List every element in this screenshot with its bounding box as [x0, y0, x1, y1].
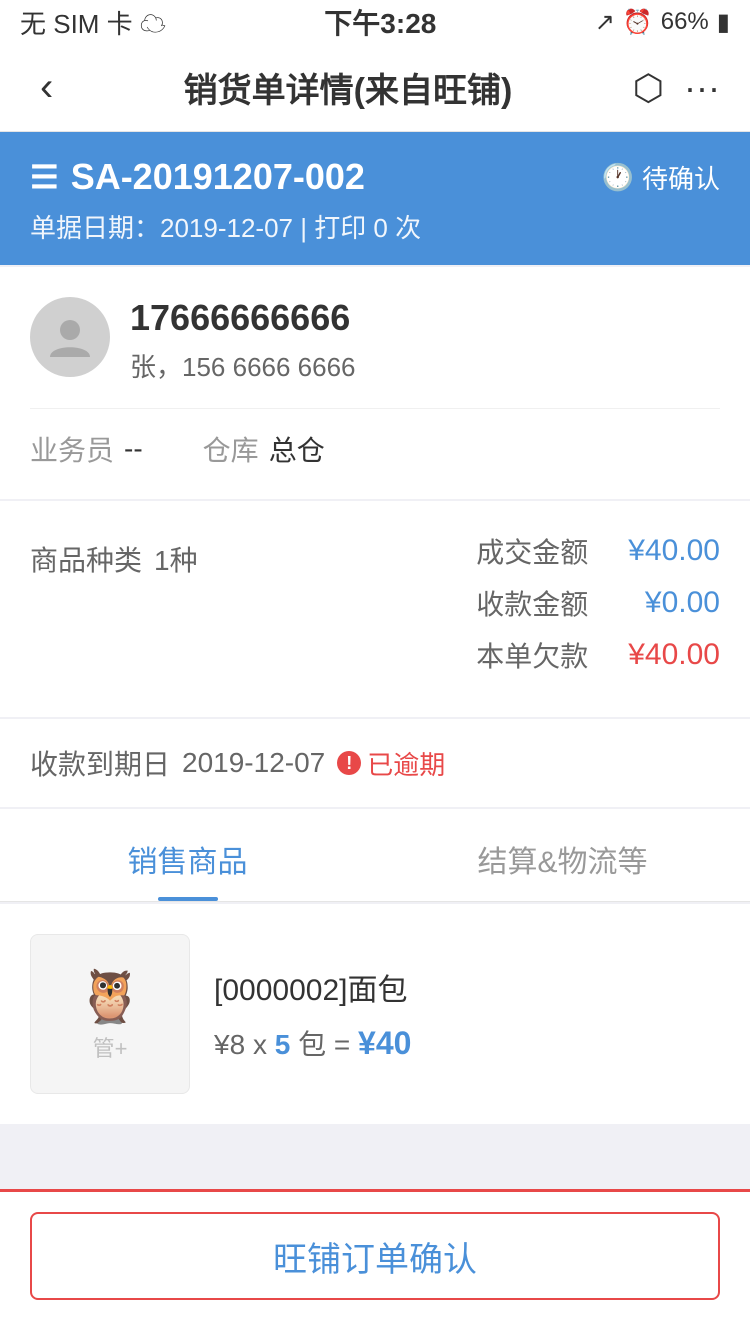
back-button[interactable]: ‹: [30, 55, 63, 120]
nav-actions: ⬡ ···: [633, 67, 720, 109]
product-total: ¥40: [358, 1025, 411, 1061]
order-id-container: ☰ SA-20191207-002: [30, 156, 365, 198]
customer-extra-info: 业务员 -- 仓库 总仓: [30, 429, 720, 469]
customer-name: 张，156 6666 6666: [130, 347, 720, 384]
product-price-row: ¥8 x 5 包 = ¥40: [214, 1023, 720, 1063]
product-types: 商品种类 1种: [30, 531, 198, 579]
customer-phone: 17666666666: [130, 297, 720, 339]
product-types-label: 商品种类: [30, 539, 142, 579]
deal-amount-row: 成交金额 ¥40.00: [476, 531, 720, 571]
overdue-text: 已逾期: [367, 745, 445, 782]
warehouse-item: 仓库 总仓: [203, 429, 325, 469]
order-status-text: 待确认: [642, 159, 720, 196]
product-types-value: 1种: [154, 539, 198, 579]
location-icon: ↗: [595, 8, 615, 37]
status-clock-icon: 🕐: [602, 162, 634, 193]
salesperson-value: --: [124, 433, 143, 465]
product-equals: =: [334, 1029, 358, 1060]
sim-status: 无 SIM 卡 ☁: [20, 4, 166, 41]
tabs-section: 销售商品 结算&物流等: [0, 809, 750, 902]
order-icon: ☰: [30, 158, 59, 196]
due-date-label: 收款到期日: [30, 743, 170, 783]
status-bar: 无 SIM 卡 ☁ 下午3:28 ↗ ⏰ 66% ▮: [0, 0, 750, 44]
product-thumb-inner: 🦉 管+: [78, 966, 143, 1063]
due-date-value: 2019-12-07: [182, 747, 325, 779]
product-owl-icon: 🦉: [78, 966, 143, 1027]
overdue-badge: ! 已逾期: [337, 745, 445, 782]
battery-level: 66%: [661, 8, 709, 36]
warehouse-label: 仓库: [203, 429, 259, 469]
product-unit: 包: [298, 1029, 326, 1060]
tab-settlement[interactable]: 结算&物流等: [375, 809, 750, 901]
customer-info: 17666666666 张，156 6666 6666: [130, 297, 720, 384]
summary-section: 商品种类 1种 成交金额 ¥40.00 收款金额 ¥0.00 本单欠款 ¥40.…: [0, 501, 750, 717]
order-meta: 单据日期：2019-12-07 | 打印 0 次: [30, 208, 720, 245]
more-icon[interactable]: ···: [684, 67, 720, 109]
financial-summary: 成交金额 ¥40.00 收款金额 ¥0.00 本单欠款 ¥40.00: [476, 531, 720, 687]
product-unit-price: ¥8: [214, 1029, 245, 1060]
customer-avatar: [30, 297, 110, 377]
page-title: 销货单详情(来自旺铺): [184, 63, 513, 112]
warehouse-value: 总仓: [269, 429, 325, 469]
order-status-badge: 🕐 待确认: [602, 159, 720, 196]
divider: [30, 408, 720, 409]
deal-amount-label: 成交金额: [476, 531, 588, 571]
status-time: 下午3:28: [324, 2, 436, 42]
share-icon[interactable]: ⬡: [633, 67, 664, 109]
status-right: ↗ ⏰ 66% ▮: [595, 8, 730, 37]
product-section: 🦉 管+ [0000002]面包 ¥8 x 5 包 = ¥40: [0, 904, 750, 1124]
balance-row: 本单欠款 ¥40.00: [476, 635, 720, 675]
tab-sales-product[interactable]: 销售商品: [0, 809, 375, 901]
product-thumbnail: 🦉 管+: [30, 934, 190, 1094]
overdue-dot-icon: !: [337, 751, 361, 775]
deal-amount-value: ¥40.00: [628, 534, 720, 568]
payment-label: 收款金额: [476, 583, 588, 623]
order-header: ☰ SA-20191207-002 🕐 待确认 单据日期：2019-12-07 …: [0, 132, 750, 265]
customer-section: 17666666666 张，156 6666 6666 业务员 -- 仓库 总仓: [0, 267, 750, 499]
due-date-section: 收款到期日 2019-12-07 ! 已逾期: [0, 719, 750, 807]
bottom-bar: 旺铺订单确认: [0, 1189, 750, 1334]
battery-icon: ▮: [717, 8, 730, 37]
product-quantity: 5: [275, 1029, 291, 1060]
product-multiply: x: [253, 1029, 275, 1060]
salesperson-item: 业务员 --: [30, 429, 143, 469]
tabs-row: 销售商品 结算&物流等: [0, 809, 750, 902]
product-item: 🦉 管+ [0000002]面包 ¥8 x 5 包 = ¥40: [30, 934, 720, 1094]
nav-bar: ‹ 销货单详情(来自旺铺) ⬡ ···: [0, 44, 750, 132]
payment-value: ¥0.00: [645, 586, 720, 620]
product-name: [0000002]面包: [214, 965, 720, 1009]
status-left: 无 SIM 卡 ☁: [20, 4, 166, 41]
order-id: SA-20191207-002: [71, 156, 365, 198]
payment-row: 收款金额 ¥0.00: [476, 583, 720, 623]
salesperson-label: 业务员: [30, 429, 114, 469]
product-details: [0000002]面包 ¥8 x 5 包 = ¥40: [214, 965, 720, 1063]
balance-value: ¥40.00: [628, 638, 720, 672]
balance-label: 本单欠款: [476, 635, 588, 675]
confirm-order-button[interactable]: 旺铺订单确认: [30, 1212, 720, 1300]
alarm-icon: ⏰: [623, 8, 653, 37]
product-plus-icon: 管+: [93, 1031, 128, 1063]
